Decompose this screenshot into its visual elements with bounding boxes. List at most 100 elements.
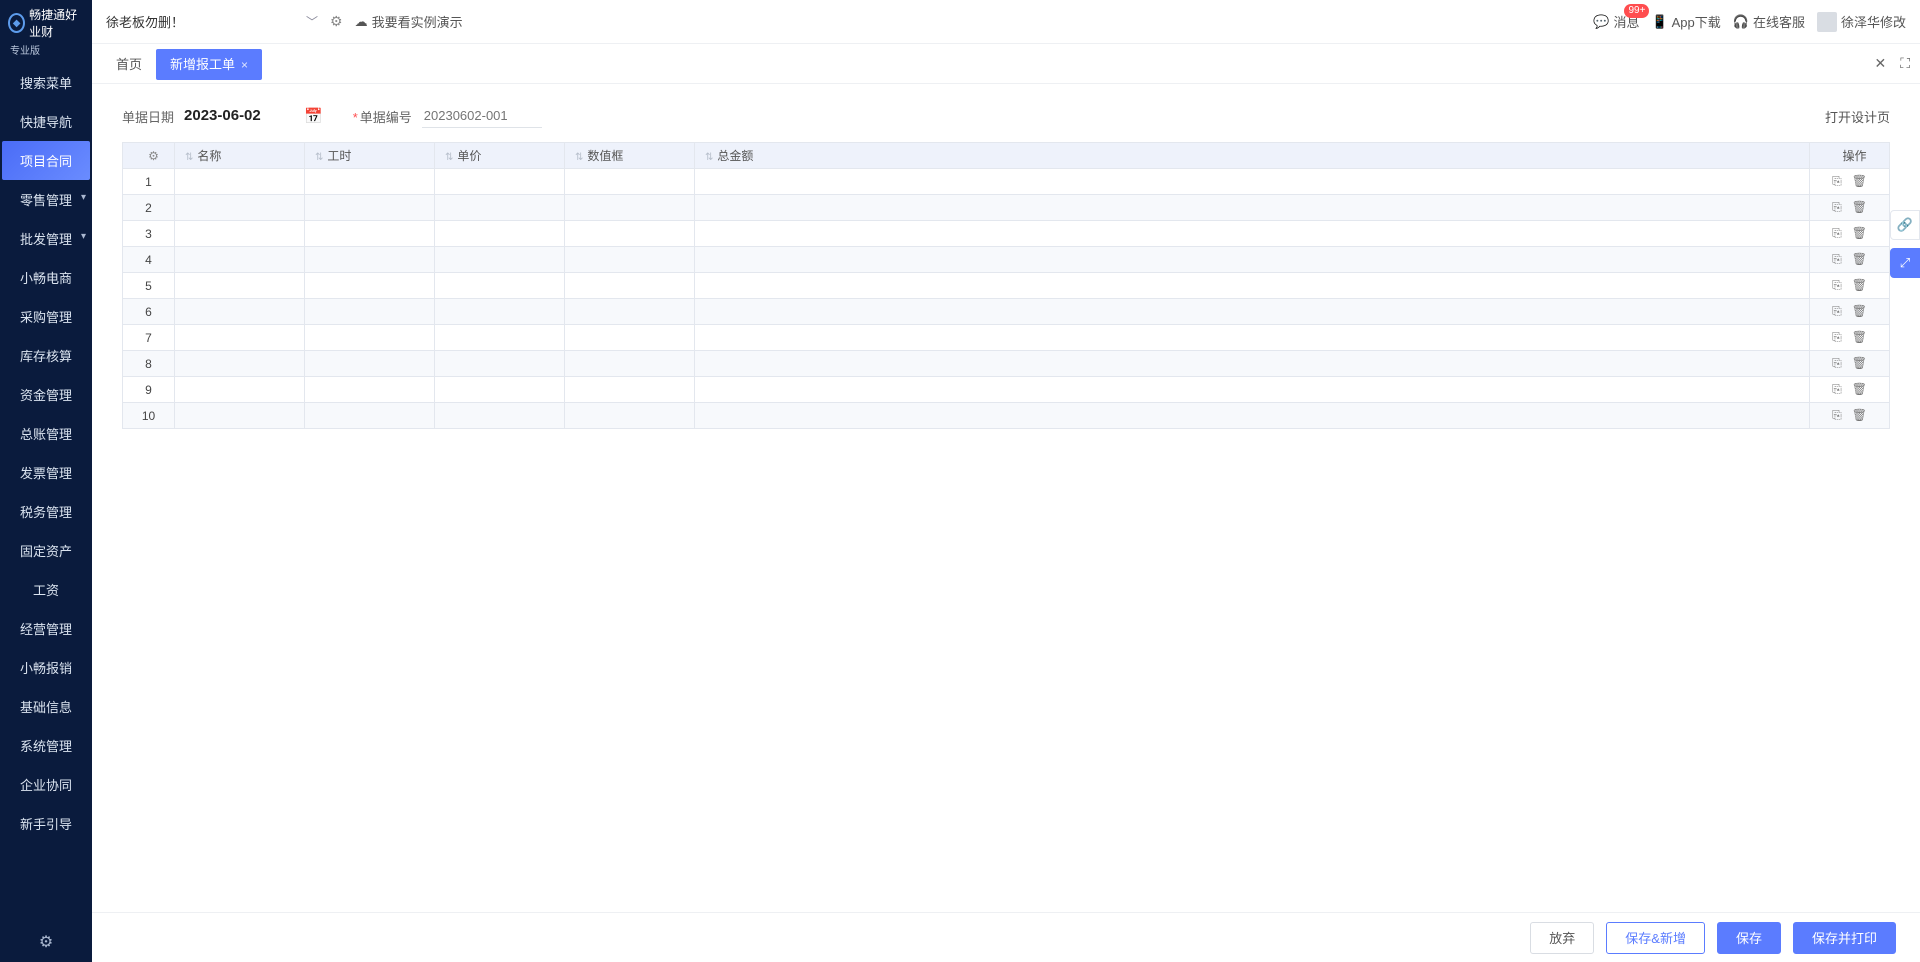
delete-row-icon[interactable]: 🗑: [1852, 278, 1867, 293]
delete-row-icon[interactable]: 🗑: [1852, 382, 1867, 397]
delete-row-icon[interactable]: 🗑: [1852, 304, 1867, 319]
col-number[interactable]: ⇅数值框: [565, 143, 695, 169]
sidebar-item-3[interactable]: 零售管理▾: [0, 180, 92, 219]
chevron-down-icon[interactable]: ﹀: [306, 13, 318, 30]
code-input[interactable]: [422, 104, 542, 128]
cell[interactable]: [305, 221, 435, 247]
cell[interactable]: [175, 351, 305, 377]
cell[interactable]: [175, 221, 305, 247]
calendar-icon[interactable]: 📅: [304, 107, 323, 125]
sidebar-item-16[interactable]: 基础信息: [0, 687, 92, 726]
cell[interactable]: [435, 325, 565, 351]
sidebar-item-8[interactable]: 资金管理: [0, 375, 92, 414]
sidebar-item-1[interactable]: 快捷导航: [0, 102, 92, 141]
cell[interactable]: [305, 169, 435, 195]
messages-link[interactable]: 💬 消息 99+: [1593, 12, 1639, 31]
cell[interactable]: [175, 325, 305, 351]
cell[interactable]: [305, 325, 435, 351]
delete-row-icon[interactable]: 🗑: [1852, 200, 1867, 215]
col-total[interactable]: ⇅总金额: [695, 143, 1810, 169]
cell[interactable]: [435, 403, 565, 429]
copy-row-icon[interactable]: ⎘: [1832, 226, 1842, 241]
cell[interactable]: [565, 325, 695, 351]
cell[interactable]: [695, 299, 1810, 325]
sidebar-item-14[interactable]: 经营管理: [0, 609, 92, 648]
tab-1[interactable]: 新增报工单×: [156, 49, 262, 80]
cell[interactable]: [565, 221, 695, 247]
attachment-button[interactable]: 🔗: [1890, 210, 1920, 240]
copy-row-icon[interactable]: ⎘: [1832, 304, 1842, 319]
cell[interactable]: [305, 299, 435, 325]
tab-0[interactable]: 首页: [102, 49, 156, 80]
cell[interactable]: [305, 403, 435, 429]
cell[interactable]: [435, 351, 565, 377]
delete-row-icon[interactable]: 🗑: [1852, 252, 1867, 267]
sidebar-item-17[interactable]: 系统管理: [0, 726, 92, 765]
sidebar-item-5[interactable]: 小畅电商: [0, 258, 92, 297]
save-button[interactable]: 保存: [1717, 922, 1781, 954]
tab-close-icon[interactable]: ×: [241, 58, 248, 72]
delete-row-icon[interactable]: 🗑: [1852, 356, 1867, 371]
save-and-print-button[interactable]: 保存并打印: [1793, 922, 1896, 954]
cell[interactable]: [565, 299, 695, 325]
sidebar-item-15[interactable]: 小畅报销: [0, 648, 92, 687]
copy-row-icon[interactable]: ⎘: [1832, 330, 1842, 345]
cell[interactable]: [565, 169, 695, 195]
sidebar-item-2[interactable]: 项目合同: [2, 141, 90, 180]
customer-service-link[interactable]: 🎧 在线客服: [1733, 12, 1805, 31]
delete-row-icon[interactable]: 🗑: [1852, 226, 1867, 241]
col-price[interactable]: ⇅单价: [435, 143, 565, 169]
cell[interactable]: [565, 247, 695, 273]
app-download-link[interactable]: 📱 App下载: [1651, 12, 1720, 31]
cell[interactable]: [175, 403, 305, 429]
sidebar-item-19[interactable]: 新手引导: [0, 804, 92, 843]
cell[interactable]: [305, 351, 435, 377]
cell[interactable]: [695, 247, 1810, 273]
cell[interactable]: [695, 351, 1810, 377]
cell[interactable]: [695, 169, 1810, 195]
sidebar-item-10[interactable]: 发票管理: [0, 453, 92, 492]
cell[interactable]: [435, 195, 565, 221]
col-hours[interactable]: ⇅工时: [305, 143, 435, 169]
cell[interactable]: [565, 195, 695, 221]
delete-row-icon[interactable]: 🗑: [1852, 330, 1867, 345]
tenant-selector[interactable]: 徐老板勿删！ ﹀: [106, 12, 318, 31]
cell[interactable]: [305, 273, 435, 299]
cell[interactable]: [565, 351, 695, 377]
delete-row-icon[interactable]: 🗑: [1852, 408, 1867, 423]
demo-link[interactable]: ☁ 我要看实例演示: [355, 12, 463, 31]
copy-row-icon[interactable]: ⎘: [1832, 252, 1842, 267]
user-menu[interactable]: 徐泽华修改: [1817, 12, 1906, 32]
sidebar-item-0[interactable]: 搜索菜单: [0, 63, 92, 102]
sidebar-item-13[interactable]: 工资: [0, 570, 92, 609]
cell[interactable]: [435, 221, 565, 247]
cell[interactable]: [175, 299, 305, 325]
copy-row-icon[interactable]: ⎘: [1832, 382, 1842, 397]
delete-row-icon[interactable]: 🗑: [1852, 174, 1867, 189]
save-and-new-button[interactable]: 保存&新增: [1606, 922, 1705, 954]
fullscreen-icon[interactable]: ⛶: [1900, 55, 1910, 72]
cell[interactable]: [435, 169, 565, 195]
sidebar-item-4[interactable]: 批发管理▾: [0, 219, 92, 258]
cell[interactable]: [565, 273, 695, 299]
header-gear-icon[interactable]: ⚙: [330, 13, 343, 30]
cell[interactable]: [695, 403, 1810, 429]
date-input[interactable]: [184, 107, 294, 125]
open-designer-link[interactable]: 打开设计页: [1825, 107, 1890, 126]
cell[interactable]: [695, 325, 1810, 351]
sidebar-item-7[interactable]: 库存核算: [0, 336, 92, 375]
cell[interactable]: [435, 273, 565, 299]
cell[interactable]: [695, 273, 1810, 299]
expand-button[interactable]: ⤢: [1890, 248, 1920, 278]
copy-row-icon[interactable]: ⎘: [1832, 174, 1842, 189]
cell[interactable]: [695, 221, 1810, 247]
cell[interactable]: [175, 169, 305, 195]
col-name[interactable]: ⇅名称: [175, 143, 305, 169]
cell[interactable]: [435, 377, 565, 403]
sidebar-item-18[interactable]: 企业协同: [0, 765, 92, 804]
sidebar-item-9[interactable]: 总账管理: [0, 414, 92, 453]
cell[interactable]: [305, 377, 435, 403]
cell[interactable]: [305, 195, 435, 221]
cell[interactable]: [565, 403, 695, 429]
cell[interactable]: [565, 377, 695, 403]
